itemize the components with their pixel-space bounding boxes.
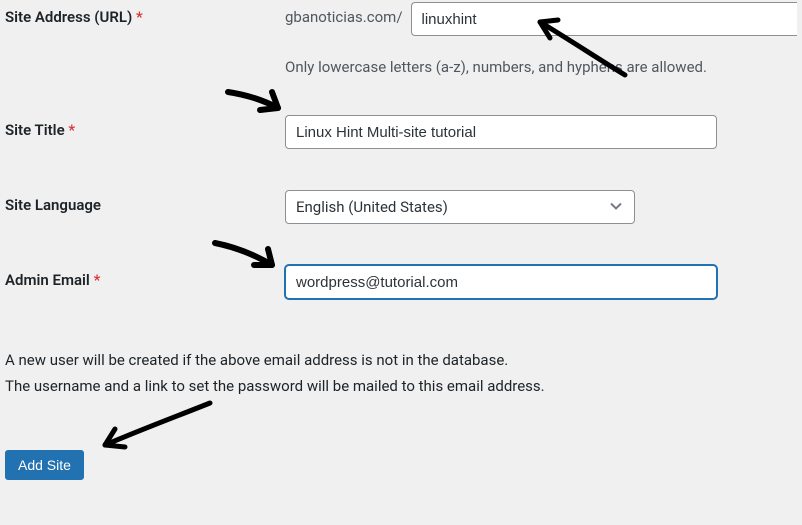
chevron-down-icon (608, 197, 624, 217)
site-address-label: Site Address (URL) * (5, 2, 285, 26)
admin-email-input[interactable] (285, 265, 717, 299)
admin-email-label: Admin Email * (5, 265, 285, 289)
site-language-select[interactable]: English (United States) (285, 190, 635, 224)
site-title-input[interactable] (285, 115, 717, 149)
required-marker: * (94, 271, 101, 289)
site-title-label: Site Title * (5, 115, 285, 139)
site-language-label: Site Language (5, 190, 285, 214)
info-line-2: The username and a link to set the passw… (5, 374, 545, 400)
annotation-arrow-icon (223, 80, 293, 120)
add-site-button[interactable]: Add Site (5, 450, 84, 480)
required-marker: * (68, 121, 75, 139)
required-marker: * (136, 8, 143, 26)
site-address-prefix: gbanoticias.com/ (285, 2, 403, 26)
site-address-input[interactable] (411, 2, 797, 36)
site-language-value: English (United States) (296, 198, 448, 216)
site-address-hint: Only lowercase letters (a-z), numbers, a… (285, 58, 707, 76)
info-line-1: A new user will be created if the above … (5, 348, 545, 374)
annotation-arrow-icon (85, 395, 215, 455)
